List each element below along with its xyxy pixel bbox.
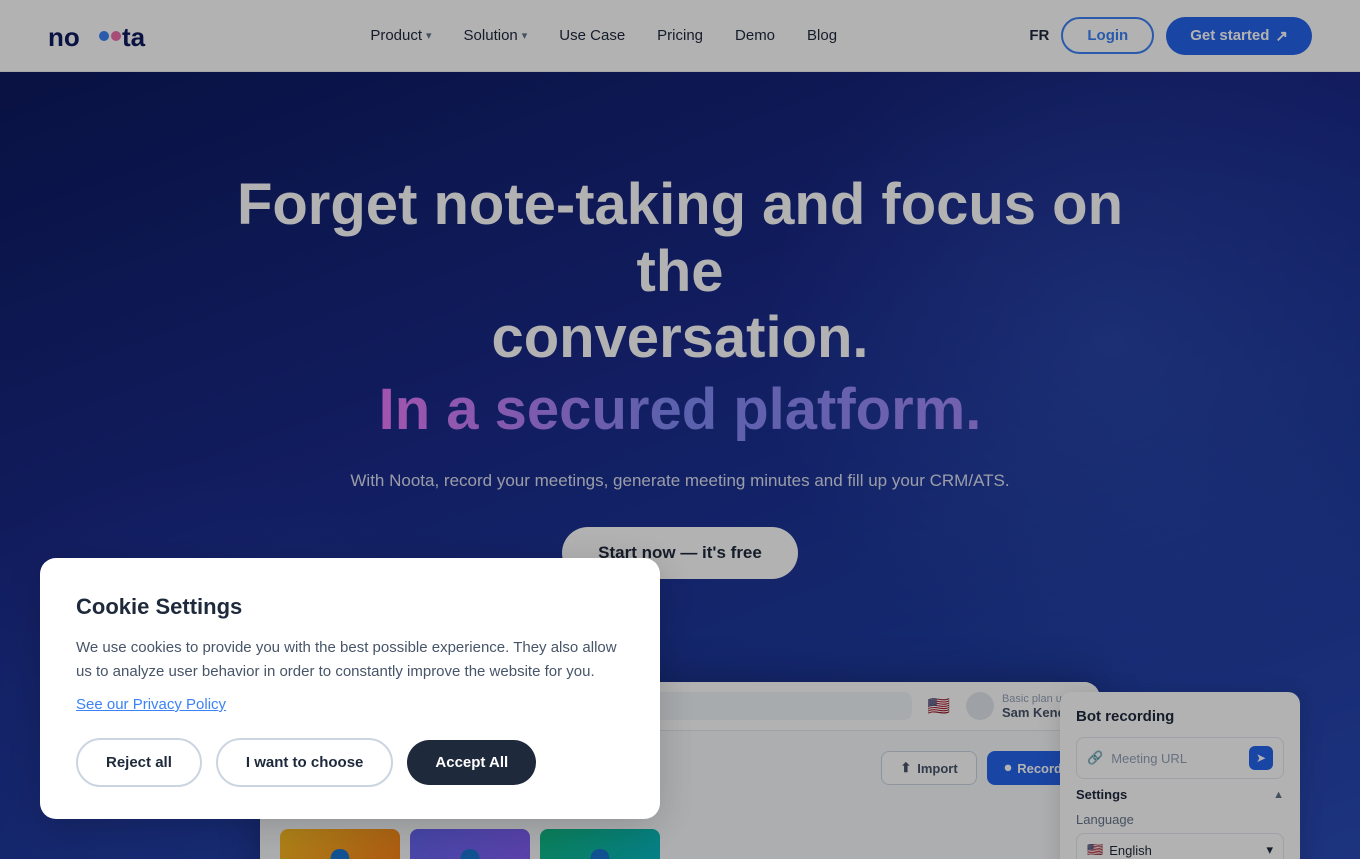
choose-button[interactable]: I want to choose [216,738,394,787]
cookie-overlay: Cookie Settings We use cookies to provid… [0,0,1360,859]
cookie-actions: Reject all I want to choose Accept All [76,738,624,787]
reject-all-button[interactable]: Reject all [76,738,202,787]
accept-all-button[interactable]: Accept All [407,740,536,785]
cookie-title: Cookie Settings [76,594,624,620]
privacy-policy-link[interactable]: See our Privacy Policy [76,696,226,713]
cookie-body: We use cookies to provide you with the b… [76,636,624,684]
cookie-dialog: Cookie Settings We use cookies to provid… [40,558,660,819]
